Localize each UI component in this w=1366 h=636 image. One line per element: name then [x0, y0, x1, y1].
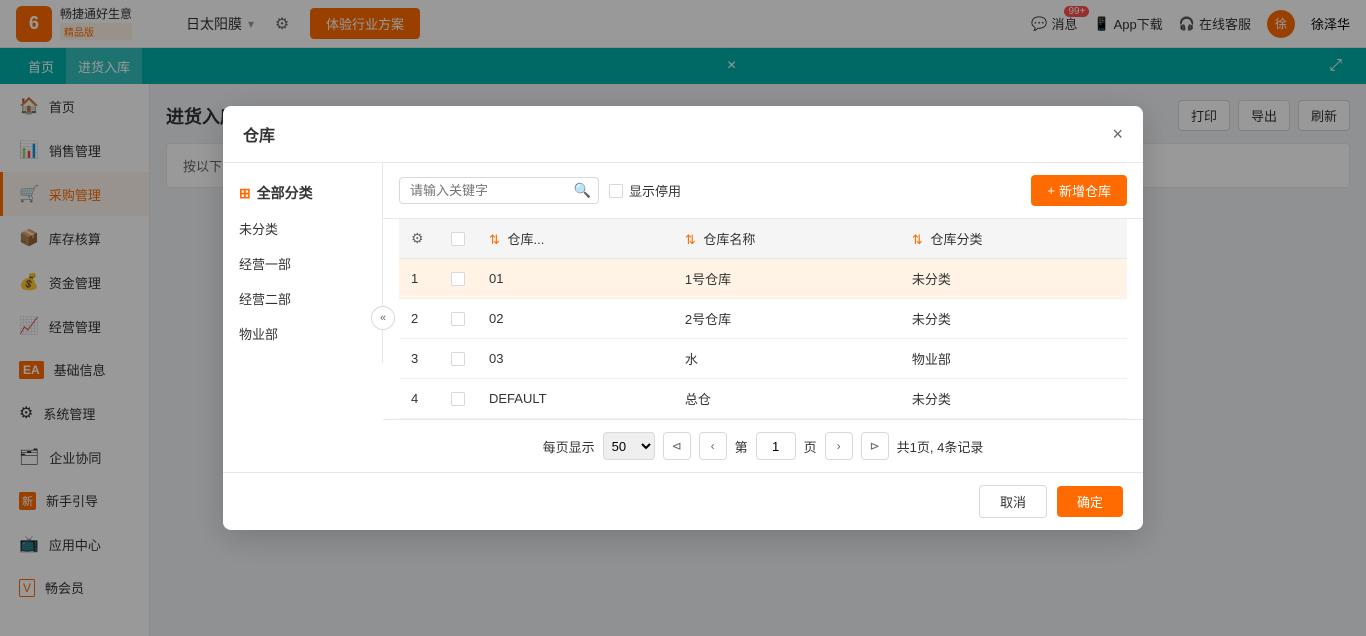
- warehouse-modal: 仓库 × ⊞ 全部分类 未分类 经营一部: [223, 106, 1143, 530]
- show-disabled-label: 显示停用: [629, 181, 681, 200]
- modal-sidebar-item-label-3: 物业部: [239, 327, 278, 342]
- th-gear: ⚙: [399, 219, 439, 259]
- modal-actions: 取消 确定: [223, 472, 1143, 530]
- per-page-label: 每页显示: [543, 437, 595, 456]
- cell-checkbox[interactable]: [439, 379, 477, 419]
- table-row[interactable]: 1 01 1号仓库 未分类: [399, 259, 1127, 299]
- modal-overlay: 仓库 × ⊞ 全部分类 未分类 经营一部: [0, 0, 1366, 636]
- modal-sidebar-all-category[interactable]: ⊞ 全部分类: [223, 175, 382, 211]
- modal-sidebar-item-label-1: 经营一部: [239, 257, 291, 272]
- th-code[interactable]: ⇅ 仓库...: [477, 219, 673, 259]
- modal-sidebar-item-property[interactable]: 物业部: [223, 316, 382, 351]
- th-category-label: 仓库分类: [930, 232, 982, 247]
- sort-icon-category: ⇅: [912, 232, 923, 247]
- th-code-label: 仓库...: [508, 232, 545, 247]
- th-checkbox: [439, 219, 477, 259]
- per-page-select[interactable]: 50 20 100: [603, 432, 655, 460]
- page-label: 第: [735, 437, 748, 456]
- search-button[interactable]: 🔍: [574, 182, 591, 199]
- table-header-row: ⚙ ⇅ 仓库... ⇅: [399, 219, 1127, 259]
- cell-checkbox[interactable]: [439, 299, 477, 339]
- cell-checkbox[interactable]: [439, 339, 477, 379]
- modal-sidebar-item-dept1[interactable]: 经营一部: [223, 246, 382, 281]
- cell-category: 未分类: [900, 379, 1127, 419]
- cell-num: 4: [399, 379, 439, 419]
- confirm-button[interactable]: 确定: [1057, 486, 1123, 517]
- modal-header: 仓库 ×: [223, 106, 1143, 163]
- table-row[interactable]: 2 02 2号仓库 未分类: [399, 299, 1127, 339]
- cell-code: 02: [477, 299, 673, 339]
- grid-icon: ⊞: [239, 185, 251, 202]
- last-page-button[interactable]: ⊳: [861, 432, 889, 460]
- sidebar-collapse-button[interactable]: «: [371, 306, 395, 330]
- modal-sidebar: ⊞ 全部分类 未分类 经营一部 经营二部 物业部: [223, 163, 383, 363]
- modal-sidebar-wrapper: ⊞ 全部分类 未分类 经营一部 经营二部 物业部: [223, 163, 383, 472]
- table-wrap: ⚙ ⇅ 仓库... ⇅: [383, 219, 1143, 419]
- th-name[interactable]: ⇅ 仓库名称: [673, 219, 900, 259]
- page-unit: 页: [804, 437, 817, 456]
- search-input[interactable]: [399, 177, 599, 204]
- cell-checkbox[interactable]: [439, 259, 477, 299]
- modal-body: ⊞ 全部分类 未分类 经营一部 经营二部 物业部: [223, 163, 1143, 472]
- col-gear-icon: ⚙: [411, 230, 424, 246]
- table-row[interactable]: 4 DEFAULT 总仓 未分类: [399, 379, 1127, 419]
- cell-num: 2: [399, 299, 439, 339]
- sort-icon-code: ⇅: [489, 232, 500, 247]
- table-pagination: 每页显示 50 20 100 ⊲ ‹ 第 页 › ⊳ 共1页, 4条记录: [383, 419, 1143, 472]
- search-wrap: 🔍: [399, 177, 599, 204]
- collapse-icon: «: [380, 312, 386, 324]
- table-row[interactable]: 3 03 水 物业部: [399, 339, 1127, 379]
- modal-main: 🔍 显示停用 + 新增仓库: [383, 163, 1143, 472]
- cancel-button[interactable]: 取消: [979, 485, 1047, 518]
- show-disabled-wrap[interactable]: 显示停用: [609, 181, 681, 200]
- sort-icon-name: ⇅: [685, 232, 696, 247]
- cell-name: 总仓: [673, 379, 900, 419]
- modal-sidebar-item-label-0: 未分类: [239, 222, 278, 237]
- modal-sidebar-item-label-2: 经营二部: [239, 292, 291, 307]
- modal-close-button[interactable]: ×: [1112, 124, 1123, 145]
- cell-name: 水: [673, 339, 900, 379]
- page-number-input[interactable]: [756, 432, 796, 460]
- add-warehouse-label: 新增仓库: [1059, 181, 1111, 200]
- th-checkbox-input[interactable]: [451, 232, 465, 246]
- cell-code: DEFAULT: [477, 379, 673, 419]
- next-page-button[interactable]: ›: [825, 432, 853, 460]
- prev-page-button[interactable]: ‹: [699, 432, 727, 460]
- modal-toolbar: 🔍 显示停用 + 新增仓库: [383, 163, 1143, 219]
- cell-category: 物业部: [900, 339, 1127, 379]
- cell-code: 01: [477, 259, 673, 299]
- cell-category: 未分类: [900, 299, 1127, 339]
- modal-sidebar-item-uncategorized[interactable]: 未分类: [223, 211, 382, 246]
- modal-sidebar-header-label: 全部分类: [257, 183, 313, 203]
- cell-code: 03: [477, 339, 673, 379]
- add-warehouse-button[interactable]: + 新增仓库: [1031, 175, 1127, 206]
- first-page-button[interactable]: ⊲: [663, 432, 691, 460]
- show-disabled-checkbox[interactable]: [609, 184, 623, 198]
- modal-title: 仓库: [243, 122, 275, 146]
- cell-name: 2号仓库: [673, 299, 900, 339]
- modal-sidebar-item-dept2[interactable]: 经营二部: [223, 281, 382, 316]
- add-icon: +: [1047, 183, 1055, 198]
- th-name-label: 仓库名称: [703, 232, 755, 247]
- cell-category: 未分类: [900, 259, 1127, 299]
- cell-num: 1: [399, 259, 439, 299]
- warehouse-table: ⚙ ⇅ 仓库... ⇅: [399, 219, 1127, 419]
- cell-name: 1号仓库: [673, 259, 900, 299]
- total-info: 共1页, 4条记录: [897, 437, 984, 456]
- cell-num: 3: [399, 339, 439, 379]
- th-category[interactable]: ⇅ 仓库分类: [900, 219, 1127, 259]
